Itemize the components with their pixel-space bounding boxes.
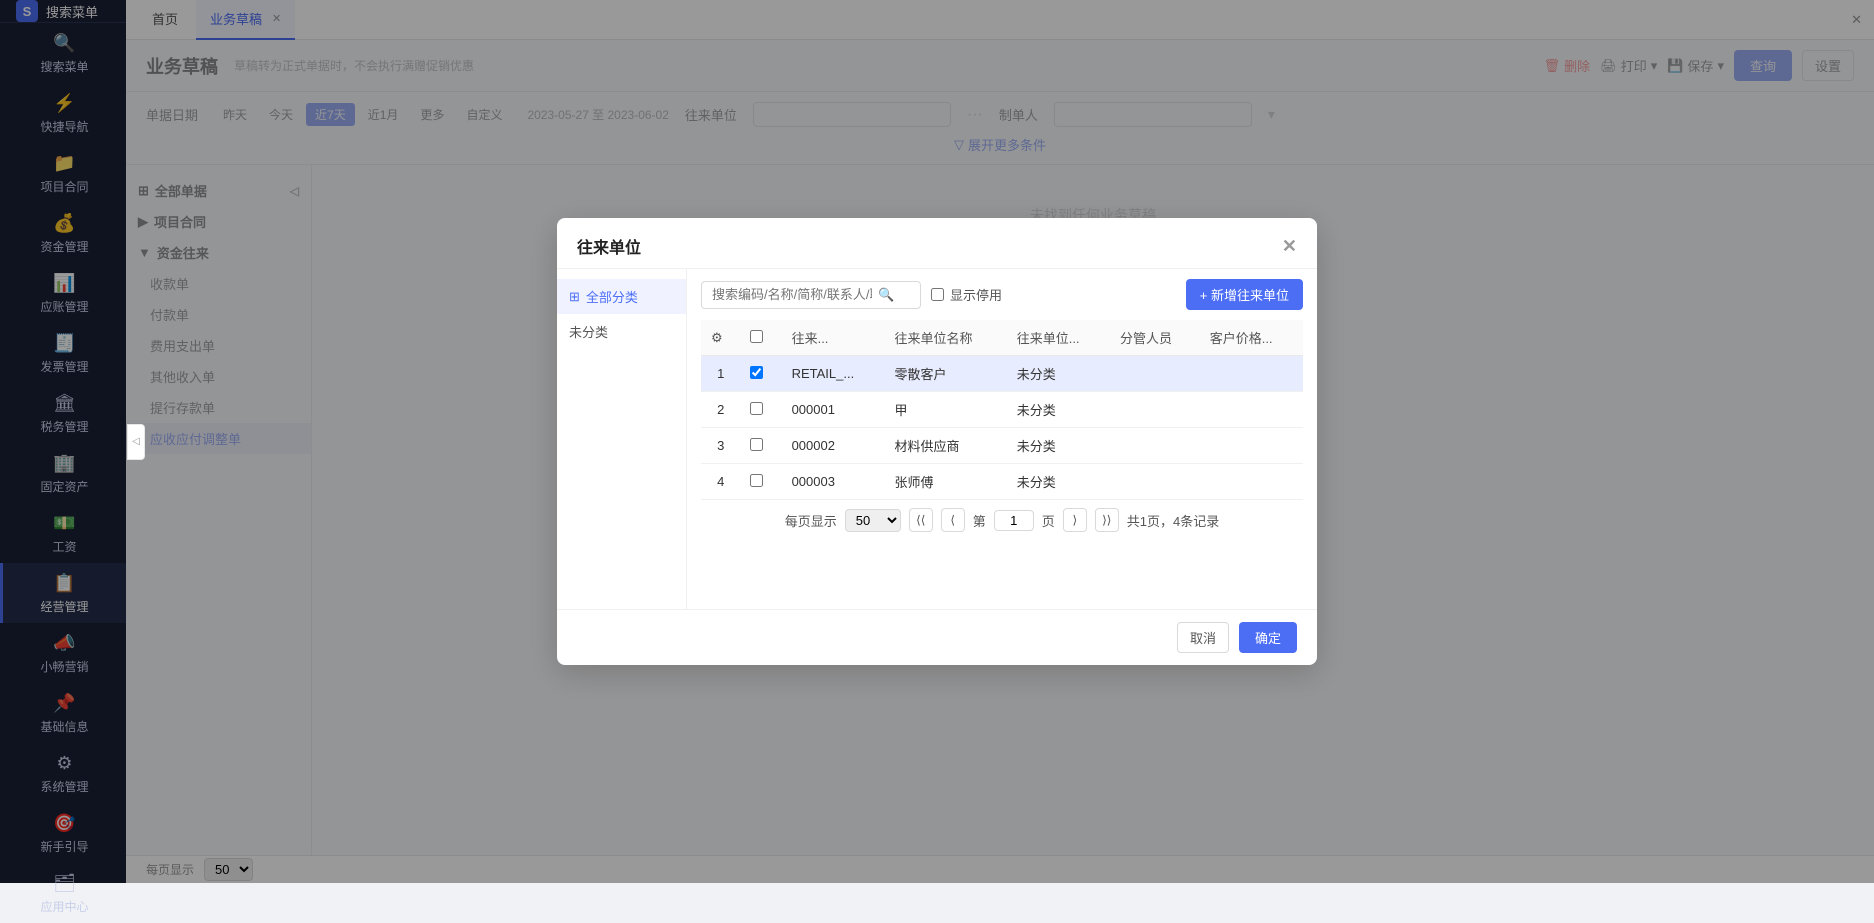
col-gear[interactable]: ⚙	[701, 320, 740, 356]
page-label: 第	[973, 511, 986, 530]
table-row[interactable]: 2 000001 甲 未分类	[701, 392, 1303, 428]
table-row[interactable]: 3 000002 材料供应商 未分类	[701, 428, 1303, 464]
confirm-button[interactable]: 确定	[1239, 622, 1297, 653]
row-checkbox[interactable]	[750, 474, 763, 487]
table-row[interactable]: 1 RETAIL_... 零散客户 未分类	[701, 356, 1303, 392]
row-name: 材料供应商	[885, 428, 1007, 464]
row-code: 000002	[782, 428, 885, 464]
modal-sidebar-all-label: 全部分类	[586, 287, 638, 306]
row-category: 未分类	[1007, 392, 1110, 428]
pagination: 每页显示 50 10 20 100 ⟨⟨ ⟨ 第 页 ⟩ ⟩⟩	[701, 500, 1303, 536]
show-disabled-label[interactable]: 显示停用	[931, 285, 1002, 304]
modal-table: ⚙ 往来... 往来单位名称 往来单位... 分管人员 客户价格...	[701, 320, 1303, 500]
row-name: 甲	[885, 392, 1007, 428]
modal-sidebar-all[interactable]: ⊞ 全部分类	[557, 279, 686, 314]
modal-footer: 取消 确定	[557, 609, 1317, 665]
per-page-label: 每页显示	[785, 511, 837, 530]
col-name: 往来单位名称	[885, 320, 1007, 356]
row-code: 000003	[782, 464, 885, 500]
show-disabled-checkbox[interactable]	[931, 288, 944, 301]
col-manager: 分管人员	[1110, 320, 1200, 356]
modal-body: ⊞ 全部分类 未分类 ◁ 🔍	[557, 269, 1317, 609]
modal-sidebar-collapse[interactable]: ◁	[127, 424, 145, 460]
modal-header: 往来单位 ✕	[557, 218, 1317, 269]
select-all-checkbox[interactable]	[750, 330, 763, 343]
modal-main: 🔍 显示停用 + 新增往来单位 ⚙	[687, 269, 1317, 609]
row-num: 1	[701, 356, 740, 392]
modal-title: 往来单位	[577, 234, 641, 258]
row-price	[1200, 356, 1303, 392]
chevron-left-icon: ◁	[132, 436, 140, 447]
table-row[interactable]: 4 000003 张师傅 未分类	[701, 464, 1303, 500]
row-check[interactable]	[740, 464, 781, 500]
settings-icon-table: ⚙	[711, 330, 723, 345]
page-suffix: 页	[1042, 511, 1055, 530]
show-disabled-text: 显示停用	[950, 285, 1002, 304]
next-page-btn[interactable]: ⟩	[1063, 508, 1087, 532]
grid-icon-modal: ⊞	[569, 289, 580, 305]
col-code: 往来...	[782, 320, 885, 356]
row-code: 000001	[782, 392, 885, 428]
row-manager	[1110, 464, 1200, 500]
modal-search-input[interactable]	[712, 287, 872, 302]
modal-sidebar: ⊞ 全部分类 未分类 ◁	[557, 269, 687, 609]
partner-modal: 往来单位 ✕ ⊞ 全部分类 未分类 ◁	[557, 218, 1317, 665]
cancel-button[interactable]: 取消	[1177, 622, 1229, 653]
col-price: 客户价格...	[1200, 320, 1303, 356]
row-num: 4	[701, 464, 740, 500]
prev-page-btn[interactable]: ⟨	[941, 508, 965, 532]
page-number-input[interactable]	[994, 510, 1034, 531]
row-manager	[1110, 428, 1200, 464]
row-price	[1200, 464, 1303, 500]
row-num: 2	[701, 392, 740, 428]
main-content: 首页 业务草稿 ✕ ✕ 业务草稿 草稿转为正式单据时，不会执行满赠促销优惠 🗑 …	[126, 0, 1874, 883]
modal-close-btn[interactable]: ✕	[1282, 236, 1297, 257]
row-num: 3	[701, 428, 740, 464]
row-manager	[1110, 356, 1200, 392]
row-checkbox[interactable]	[750, 402, 763, 415]
row-price	[1200, 392, 1303, 428]
modal-sidebar-uncategorized[interactable]: 未分类	[557, 314, 686, 349]
col-category: 往来单位...	[1007, 320, 1110, 356]
row-checkbox[interactable]	[750, 438, 763, 451]
row-check[interactable]	[740, 428, 781, 464]
row-check[interactable]	[740, 392, 781, 428]
modal-toolbar: 🔍 显示停用 + 新增往来单位	[701, 279, 1303, 310]
row-category: 未分类	[1007, 428, 1110, 464]
row-price	[1200, 428, 1303, 464]
row-manager	[1110, 392, 1200, 428]
row-check[interactable]	[740, 356, 781, 392]
modal-search-box[interactable]: 🔍	[701, 281, 921, 309]
row-checkbox[interactable]	[750, 366, 763, 379]
row-code: RETAIL_...	[782, 356, 885, 392]
first-page-btn[interactable]: ⟨⟨	[909, 508, 933, 532]
sidebar-item-label: 应用中心	[40, 898, 88, 915]
row-name: 张师傅	[885, 464, 1007, 500]
total-text: 共1页，4条记录	[1127, 511, 1219, 530]
col-check[interactable]	[740, 320, 781, 356]
modal-overlay: 往来单位 ✕ ⊞ 全部分类 未分类 ◁	[126, 0, 1874, 883]
last-page-btn[interactable]: ⟩⟩	[1095, 508, 1119, 532]
row-category: 未分类	[1007, 464, 1110, 500]
modal-table-wrap: ⚙ 往来... 往来单位名称 往来单位... 分管人员 客户价格...	[701, 320, 1303, 500]
search-icon-modal: 🔍	[878, 287, 894, 303]
per-page-select[interactable]: 50 10 20 100	[845, 509, 901, 532]
modal-uncategorized-label: 未分类	[569, 322, 608, 341]
row-category: 未分类	[1007, 356, 1110, 392]
row-name: 零散客户	[885, 356, 1007, 392]
add-partner-button[interactable]: + 新增往来单位	[1186, 279, 1303, 310]
